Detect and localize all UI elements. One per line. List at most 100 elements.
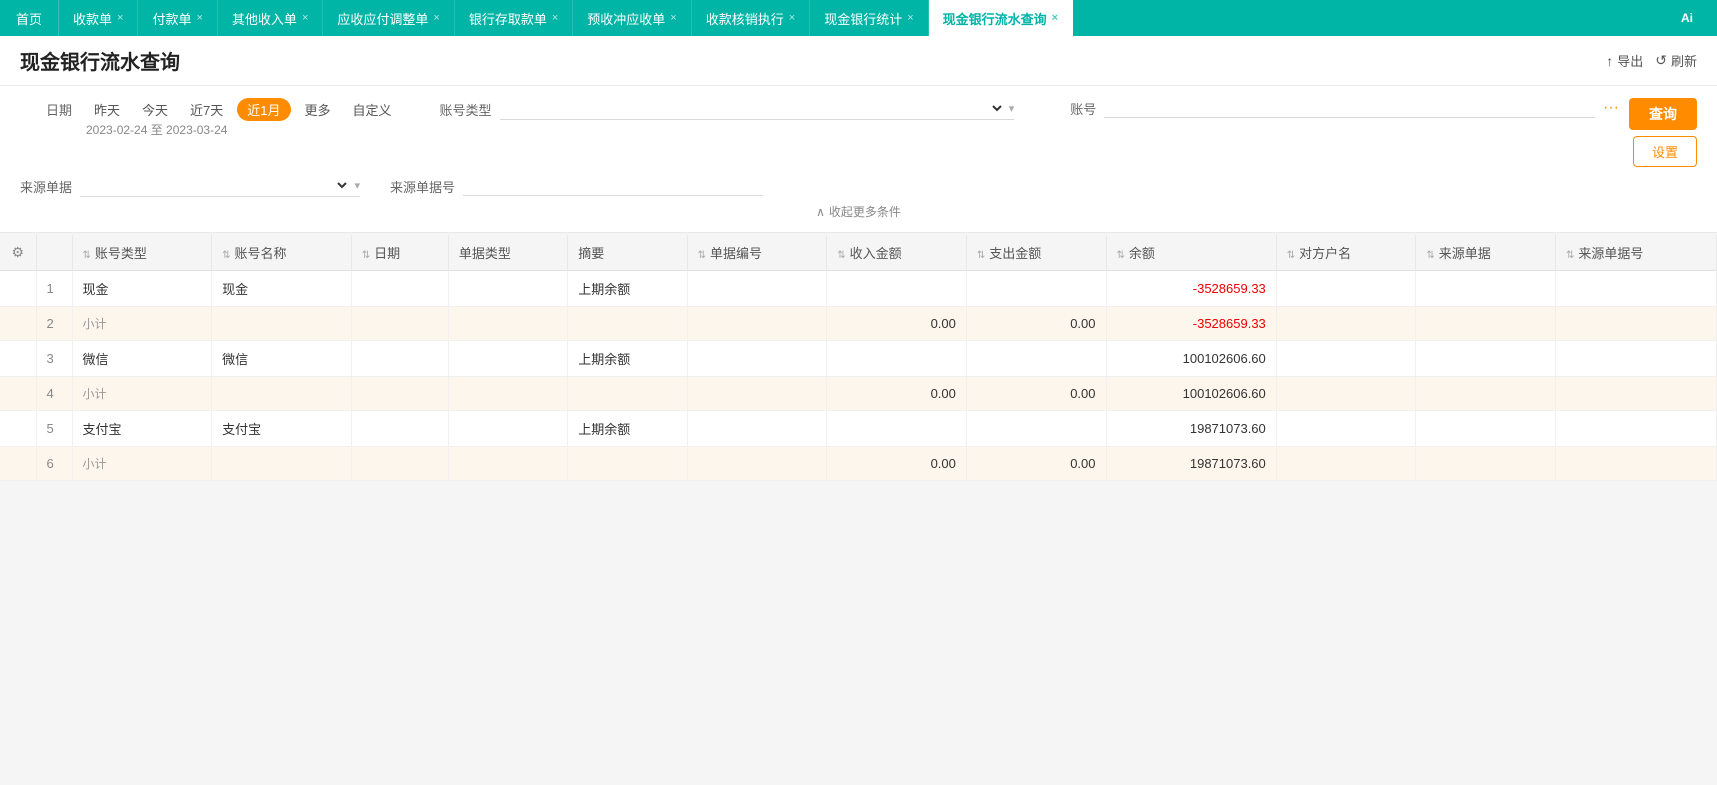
nav-home[interactable]: 首页 [0, 0, 59, 36]
td-source-doc-no [1556, 447, 1717, 481]
td-doc-type [448, 307, 567, 341]
nav-tab-2[interactable]: 其他收入单× [218, 0, 323, 36]
td-income: 0.00 [827, 447, 967, 481]
data-table: ⚙ ⇅账号类型 ⇅账号名称 ⇅日期 单据类型 摘要 ⇅单据编号 ⇅收入金额 ⇅支… [0, 235, 1717, 481]
td-date [351, 271, 448, 307]
td-account-name [212, 307, 352, 341]
td-expense [966, 341, 1106, 377]
th-expense[interactable]: ⇅支出金额 [966, 235, 1106, 271]
refresh-icon: ↺ [1655, 52, 1667, 69]
td-summary [568, 377, 687, 411]
td-counterpart [1276, 271, 1416, 307]
date-option-yesterday[interactable]: 昨天 [86, 98, 128, 121]
nav-tab-8[interactable]: 现金银行流水查询× [929, 0, 1073, 36]
source-doc-label: 来源单据 [20, 177, 80, 196]
refresh-button[interactable]: ↺ 刷新 [1655, 51, 1697, 70]
td-rownum: 1 [36, 271, 72, 307]
source-doc-no-label: 来源单据号 [390, 177, 463, 196]
td-source-doc [1416, 271, 1556, 307]
th-account-name[interactable]: ⇅账号名称 [212, 235, 352, 271]
collapse-bar[interactable]: ∧ 收起更多条件 [20, 199, 1697, 224]
nav-tab-6[interactable]: 收款核销执行× [692, 0, 810, 36]
td-source-doc [1416, 377, 1556, 411]
th-account-type[interactable]: ⇅账号类型 [72, 235, 212, 271]
date-option-7days[interactable]: 近7天 [182, 98, 231, 121]
tab-close-icon[interactable]: × [670, 12, 676, 24]
td-expense: 0.00 [966, 377, 1106, 411]
th-doc-no[interactable]: ⇅单据编号 [687, 235, 827, 271]
gear-icon[interactable]: ⚙ [11, 244, 24, 260]
search-button[interactable]: 查询 [1629, 98, 1697, 130]
tab-close-icon[interactable]: × [552, 12, 558, 24]
td-date [351, 411, 448, 447]
tab-close-icon[interactable]: × [302, 12, 308, 24]
td-doc-type [448, 271, 567, 307]
td-gear [0, 271, 36, 307]
td-balance: 100102606.60 [1106, 341, 1276, 377]
tab-close-icon[interactable]: × [907, 12, 913, 24]
td-source-doc-no [1556, 271, 1717, 307]
setting-button[interactable]: 设置 [1633, 136, 1697, 167]
date-option-custom[interactable]: 自定义 [345, 98, 400, 121]
th-date[interactable]: ⇅日期 [351, 235, 448, 271]
td-counterpart [1276, 411, 1416, 447]
td-summary: 上期余额 [568, 271, 687, 307]
th-gear[interactable]: ⚙ [0, 235, 36, 271]
tab-close-icon[interactable]: × [1052, 12, 1058, 24]
action-buttons: 查询 设置 [1629, 98, 1697, 167]
table-row: 2 小计 0.00 0.00 -3528659.33 [0, 307, 1717, 341]
th-rownum [36, 235, 72, 271]
td-source-doc [1416, 447, 1556, 481]
date-option-more[interactable]: 更多 [297, 98, 339, 121]
account-input[interactable] [1104, 98, 1595, 117]
td-counterpart [1276, 341, 1416, 377]
table-row: 5 支付宝 支付宝 上期余额 19871073.60 [0, 411, 1717, 447]
th-income[interactable]: ⇅收入金额 [827, 235, 967, 271]
page-title: 现金银行流水查询 [20, 46, 180, 75]
td-doc-no [687, 271, 827, 307]
table-header-row: ⚙ ⇅账号类型 ⇅账号名称 ⇅日期 单据类型 摘要 ⇅单据编号 ⇅收入金额 ⇅支… [0, 235, 1717, 271]
td-doc-no [687, 341, 827, 377]
td-source-doc [1416, 307, 1556, 341]
nav-tab-0[interactable]: 收款单× [59, 0, 138, 36]
th-balance[interactable]: ⇅余额 [1106, 235, 1276, 271]
td-source-doc-no [1556, 377, 1717, 411]
td-source-doc [1416, 341, 1556, 377]
td-source-doc [1416, 411, 1556, 447]
td-balance: -3528659.33 [1106, 271, 1276, 307]
tab-close-icon[interactable]: × [433, 12, 439, 24]
td-summary: 上期余额 [568, 411, 687, 447]
td-income [827, 411, 967, 447]
date-range-text: 2023-02-24 至 2023-03-24 [86, 121, 227, 138]
tab-close-icon[interactable]: × [196, 12, 202, 24]
td-account-type: 小计 [72, 307, 212, 341]
date-option-1month[interactable]: 近1月 [237, 98, 290, 121]
td-source-doc-no [1556, 411, 1717, 447]
date-option-today[interactable]: 今天 [134, 98, 176, 121]
td-date [351, 341, 448, 377]
export-button[interactable]: ↑ 导出 [1606, 51, 1643, 70]
th-summary: 摘要 [568, 235, 687, 271]
nav-tab-3[interactable]: 应收应付调整单× [323, 0, 454, 36]
source-doc-select[interactable] [80, 175, 350, 196]
nav-tab-7[interactable]: 现金银行统计× [810, 0, 928, 36]
header-actions: ↑ 导出 ↺ 刷新 [1606, 51, 1697, 70]
th-source-doc[interactable]: ⇅来源单据 [1416, 235, 1556, 271]
th-counterpart[interactable]: ⇅对方户名 [1276, 235, 1416, 271]
nav-tab-1[interactable]: 付款单× [138, 0, 217, 36]
nav-tab-4[interactable]: 银行存取款单× [455, 0, 573, 36]
nav-tab-5[interactable]: 预收冲应收单× [573, 0, 691, 36]
td-expense: 0.00 [966, 307, 1106, 341]
account-dots-button[interactable]: ··· [1603, 99, 1619, 117]
account-type-select[interactable] [500, 98, 1005, 119]
td-source-doc-no [1556, 341, 1717, 377]
td-counterpart [1276, 377, 1416, 411]
tab-close-icon[interactable]: × [117, 12, 123, 24]
ai-badge[interactable]: Ai [1673, 9, 1701, 27]
th-source-doc-no[interactable]: ⇅来源单据号 [1556, 235, 1717, 271]
td-counterpart [1276, 307, 1416, 341]
source-doc-no-input[interactable] [463, 176, 763, 195]
page-header: 现金银行流水查询 ↑ 导出 ↺ 刷新 [0, 36, 1717, 86]
tab-close-icon[interactable]: × [789, 12, 795, 24]
td-balance: 100102606.60 [1106, 377, 1276, 411]
